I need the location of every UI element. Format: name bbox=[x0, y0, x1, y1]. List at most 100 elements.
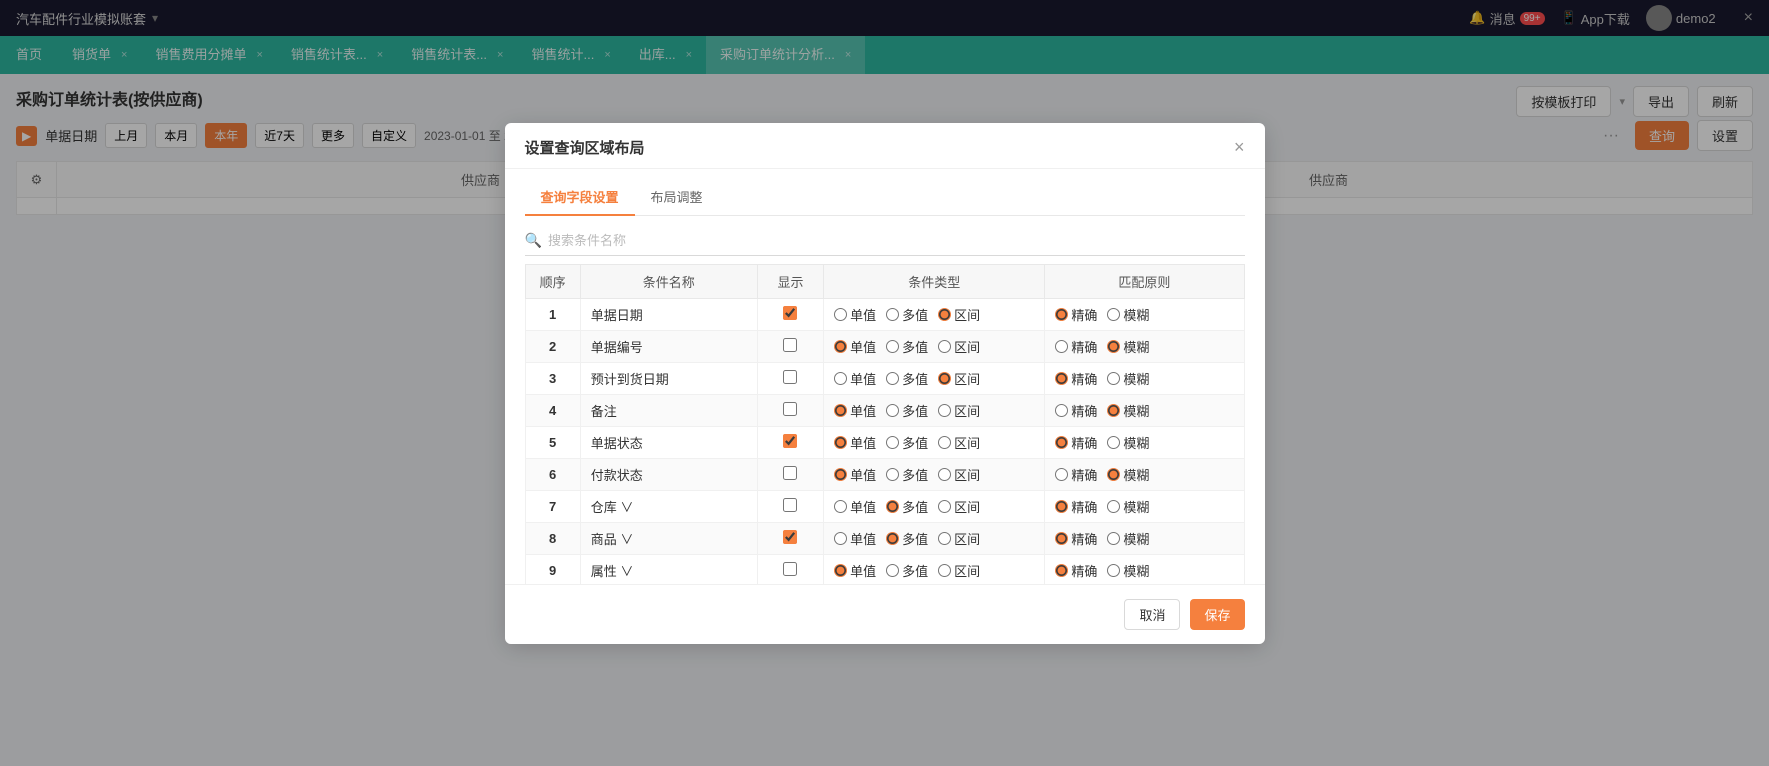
type-radio[interactable] bbox=[834, 532, 847, 545]
type-radio[interactable] bbox=[834, 340, 847, 353]
type-radio[interactable] bbox=[938, 500, 951, 513]
type-radio-label[interactable]: 多值 bbox=[886, 433, 928, 452]
type-radio-label[interactable]: 区间 bbox=[938, 465, 980, 484]
match-radio-label[interactable]: 精确 bbox=[1055, 401, 1097, 420]
match-radio-label[interactable]: 模糊 bbox=[1107, 401, 1149, 420]
match-radio[interactable] bbox=[1055, 436, 1068, 449]
match-radio[interactable] bbox=[1107, 308, 1120, 321]
type-radio-label[interactable]: 多值 bbox=[886, 369, 928, 388]
show-checkbox[interactable] bbox=[783, 466, 797, 480]
match-radio-label[interactable]: 模糊 bbox=[1107, 433, 1149, 452]
match-radio[interactable] bbox=[1107, 532, 1120, 545]
type-radio[interactable] bbox=[886, 468, 899, 481]
type-radio[interactable] bbox=[834, 500, 847, 513]
match-radio-label[interactable]: 精确 bbox=[1055, 529, 1097, 548]
show-checkbox[interactable] bbox=[783, 562, 797, 576]
type-radio-label[interactable]: 区间 bbox=[938, 561, 980, 580]
type-radio-label[interactable]: 单值 bbox=[834, 369, 876, 388]
show-checkbox[interactable] bbox=[783, 530, 797, 544]
match-radio-label[interactable]: 模糊 bbox=[1107, 369, 1149, 388]
type-radio[interactable] bbox=[834, 436, 847, 449]
save-button[interactable]: 保存 bbox=[1190, 599, 1244, 630]
show-checkbox[interactable] bbox=[783, 338, 797, 352]
type-radio[interactable] bbox=[886, 340, 899, 353]
type-radio[interactable] bbox=[886, 532, 899, 545]
tab-fields[interactable]: 查询字段设置 bbox=[525, 179, 635, 216]
type-radio-label[interactable]: 单值 bbox=[834, 465, 876, 484]
match-radio-label[interactable]: 模糊 bbox=[1107, 497, 1149, 516]
match-radio[interactable] bbox=[1107, 564, 1120, 577]
match-radio[interactable] bbox=[1107, 340, 1120, 353]
type-radio-label[interactable]: 多值 bbox=[886, 529, 928, 548]
type-radio[interactable] bbox=[834, 564, 847, 577]
type-radio-label[interactable]: 单值 bbox=[834, 305, 876, 324]
match-radio[interactable] bbox=[1107, 436, 1120, 449]
match-radio[interactable] bbox=[1055, 404, 1068, 417]
match-radio[interactable] bbox=[1055, 372, 1068, 385]
type-radio[interactable] bbox=[938, 308, 951, 321]
match-radio-label[interactable]: 模糊 bbox=[1107, 305, 1149, 324]
match-radio[interactable] bbox=[1107, 372, 1120, 385]
match-radio[interactable] bbox=[1055, 468, 1068, 481]
type-radio-label[interactable]: 区间 bbox=[938, 401, 980, 420]
type-radio-label[interactable]: 多值 bbox=[886, 561, 928, 580]
type-radio-label[interactable]: 多值 bbox=[886, 305, 928, 324]
show-checkbox[interactable] bbox=[783, 434, 797, 448]
tab-layout[interactable]: 布局调整 bbox=[635, 179, 719, 216]
type-radio[interactable] bbox=[886, 436, 899, 449]
match-radio-label[interactable]: 精确 bbox=[1055, 465, 1097, 484]
type-radio-label[interactable]: 多值 bbox=[886, 401, 928, 420]
type-radio[interactable] bbox=[886, 500, 899, 513]
type-radio-label[interactable]: 单值 bbox=[834, 529, 876, 548]
match-radio[interactable] bbox=[1055, 308, 1068, 321]
type-radio[interactable] bbox=[938, 340, 951, 353]
type-radio[interactable] bbox=[938, 564, 951, 577]
type-radio-label[interactable]: 单值 bbox=[834, 337, 876, 356]
dialog-close-button[interactable]: × bbox=[1234, 137, 1245, 158]
match-radio-label[interactable]: 精确 bbox=[1055, 369, 1097, 388]
type-radio[interactable] bbox=[834, 468, 847, 481]
type-radio-label[interactable]: 区间 bbox=[938, 305, 980, 324]
cancel-button[interactable]: 取消 bbox=[1124, 599, 1180, 630]
match-radio[interactable] bbox=[1055, 340, 1068, 353]
match-radio[interactable] bbox=[1055, 500, 1068, 513]
type-radio-label[interactable]: 多值 bbox=[886, 337, 928, 356]
show-checkbox[interactable] bbox=[783, 498, 797, 512]
match-radio[interactable] bbox=[1055, 532, 1068, 545]
match-radio-label[interactable]: 模糊 bbox=[1107, 465, 1149, 484]
match-radio-label[interactable]: 精确 bbox=[1055, 497, 1097, 516]
type-radio[interactable] bbox=[886, 308, 899, 321]
type-radio[interactable] bbox=[834, 372, 847, 385]
type-radio[interactable] bbox=[886, 404, 899, 417]
type-radio-label[interactable]: 单值 bbox=[834, 433, 876, 452]
match-radio[interactable] bbox=[1055, 564, 1068, 577]
type-radio-label[interactable]: 区间 bbox=[938, 369, 980, 388]
type-radio[interactable] bbox=[938, 404, 951, 417]
match-radio-label[interactable]: 精确 bbox=[1055, 561, 1097, 580]
match-radio-label[interactable]: 精确 bbox=[1055, 337, 1097, 356]
type-radio[interactable] bbox=[834, 308, 847, 321]
show-checkbox[interactable] bbox=[783, 370, 797, 384]
match-radio-label[interactable]: 精确 bbox=[1055, 305, 1097, 324]
type-radio[interactable] bbox=[938, 372, 951, 385]
match-radio-label[interactable]: 模糊 bbox=[1107, 529, 1149, 548]
type-radio-label[interactable]: 单值 bbox=[834, 401, 876, 420]
type-radio[interactable] bbox=[886, 564, 899, 577]
type-radio[interactable] bbox=[938, 532, 951, 545]
match-radio[interactable] bbox=[1107, 500, 1120, 513]
type-radio-label[interactable]: 区间 bbox=[938, 529, 980, 548]
match-radio[interactable] bbox=[1107, 404, 1120, 417]
match-radio-label[interactable]: 模糊 bbox=[1107, 337, 1149, 356]
match-radio-label[interactable]: 精确 bbox=[1055, 433, 1097, 452]
match-radio-label[interactable]: 模糊 bbox=[1107, 561, 1149, 580]
type-radio-label[interactable]: 区间 bbox=[938, 497, 980, 516]
type-radio-label[interactable]: 多值 bbox=[886, 497, 928, 516]
type-radio[interactable] bbox=[938, 468, 951, 481]
match-radio[interactable] bbox=[1107, 468, 1120, 481]
show-checkbox[interactable] bbox=[783, 402, 797, 416]
type-radio[interactable] bbox=[834, 404, 847, 417]
type-radio-label[interactable]: 单值 bbox=[834, 561, 876, 580]
search-input[interactable] bbox=[548, 233, 1245, 248]
type-radio-label[interactable]: 多值 bbox=[886, 465, 928, 484]
type-radio[interactable] bbox=[938, 436, 951, 449]
